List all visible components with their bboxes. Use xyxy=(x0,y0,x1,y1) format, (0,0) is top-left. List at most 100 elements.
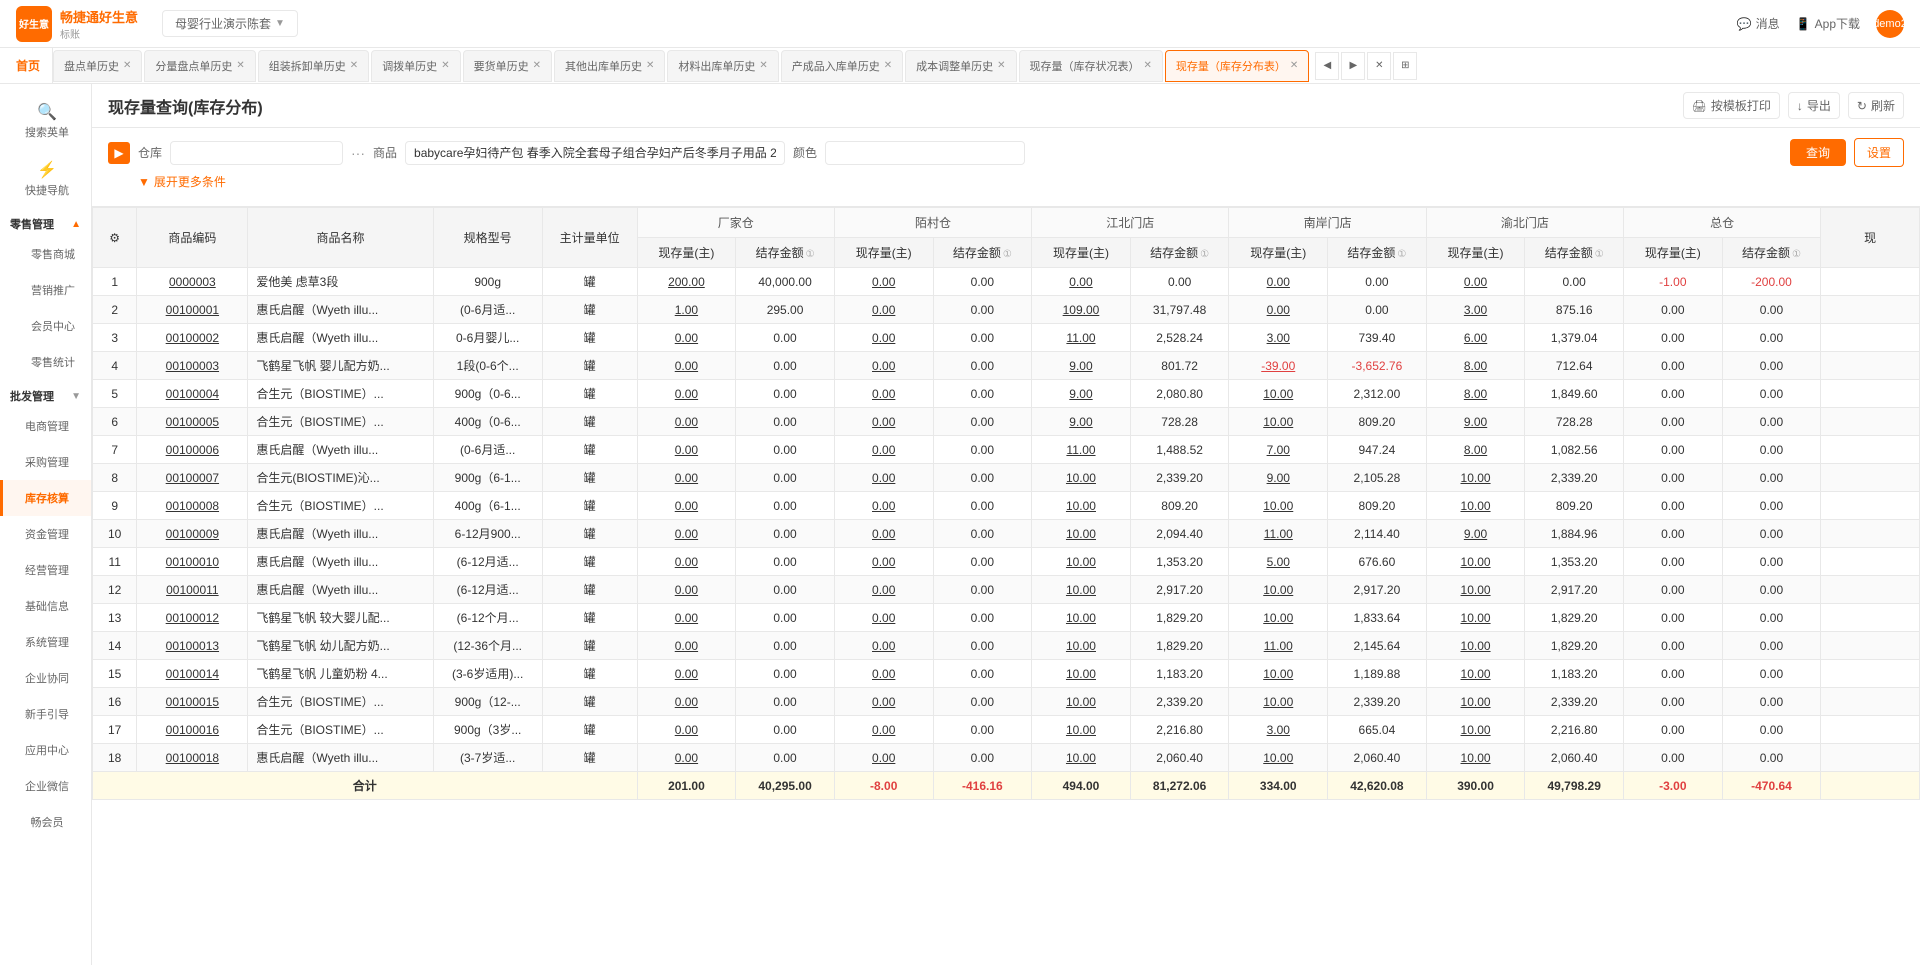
tab-2[interactable]: 分量盘点单历史 ✕ xyxy=(144,50,255,82)
cell-w5-amt: 1,353.20 xyxy=(1525,548,1624,576)
collapse-btn[interactable]: ▶ xyxy=(108,142,130,164)
cell-w5-qty: 10.00 xyxy=(1426,632,1525,660)
cell-w4-amt: 2,339.20 xyxy=(1328,688,1427,716)
tab-close-6[interactable]: ✕ xyxy=(646,60,654,71)
cell-total-amt: 0.00 xyxy=(1722,464,1821,492)
sidebar-item-guide[interactable]: 新手引导 xyxy=(0,696,91,732)
cell-current xyxy=(1821,716,1920,744)
color-input[interactable] xyxy=(825,141,1025,165)
summary-w3-qty: 494.00 xyxy=(1032,772,1131,800)
tab-prev-btn[interactable]: ◀ xyxy=(1315,52,1339,80)
table-row: 16 00100015 合生元（BIOSTIME）... 900g（12-...… xyxy=(93,688,1920,716)
tab-close-8[interactable]: ✕ xyxy=(884,60,892,71)
sidebar-group-wholesale[interactable]: 批发管理 ▼ xyxy=(0,380,91,408)
sidebar-item-ecommerce[interactable]: 电商管理 xyxy=(0,408,91,444)
tab-close-1[interactable]: ✕ xyxy=(123,60,131,71)
app-download-btn[interactable]: 📱 App下载 xyxy=(1796,15,1860,32)
tab-6[interactable]: 其他出库单历史 ✕ xyxy=(554,50,665,82)
tab-next-btn[interactable]: ▶ xyxy=(1341,52,1365,80)
print-btn[interactable]: 🖨 按模板打印 xyxy=(1683,92,1780,119)
goods-input[interactable] xyxy=(405,141,785,165)
table-container[interactable]: ⚙ 商品编码 商品名称 规格型号 主计量单位 厂家仓 陌村仓 江北门店 南岸门店… xyxy=(92,207,1920,965)
cell-code: 00100014 xyxy=(137,660,248,688)
tab-1[interactable]: 盘点单历史 ✕ xyxy=(53,50,142,82)
setting-btn[interactable]: 设置 xyxy=(1854,138,1904,167)
tab-7[interactable]: 材料出库单历史 ✕ xyxy=(667,50,778,82)
tab-close-10[interactable]: ✕ xyxy=(1144,60,1152,71)
th-total-amt: 结存金额① xyxy=(1722,238,1821,268)
page-actions: 🖨 按模板打印 ↓ 导出 ↻ 刷新 xyxy=(1683,92,1904,119)
refresh-btn[interactable]: ↻ 刷新 xyxy=(1848,92,1904,119)
sidebar-group-retail[interactable]: 零售管理 ▲ xyxy=(0,208,91,236)
cell-code: 00100009 xyxy=(137,520,248,548)
cell-w2-amt: 0.00 xyxy=(933,436,1032,464)
cell-w2-amt: 0.00 xyxy=(933,632,1032,660)
tab-9[interactable]: 成本调整单历史 ✕ xyxy=(905,50,1016,82)
tab-3[interactable]: 组装拆卸单历史 ✕ xyxy=(258,50,369,82)
tab-4[interactable]: 调拨单历史 ✕ xyxy=(371,50,460,82)
sidebar-item-basic[interactable]: 基础信息 xyxy=(0,588,91,624)
tab-home[interactable]: 首页 xyxy=(4,48,53,84)
warehouse-input[interactable] xyxy=(170,141,343,165)
summary-w2-qty: -8.00 xyxy=(834,772,933,800)
cell-w1-amt: 0.00 xyxy=(736,576,835,604)
cell-w5-amt: 712.64 xyxy=(1525,352,1624,380)
tab-close-all-btn[interactable]: ✕ xyxy=(1367,52,1391,80)
cell-index: 3 xyxy=(93,324,137,352)
sidebar-item-appcenter[interactable]: 应用中心 xyxy=(0,732,91,768)
user-avatar[interactable]: demo2 xyxy=(1876,10,1904,38)
sidebar-item-marketing[interactable]: 营销推广 xyxy=(0,272,91,308)
cell-spec: (12-36个月... xyxy=(433,632,542,660)
sidebar-item-member[interactable]: 会员中心 xyxy=(0,308,91,344)
sidebar-item-mall[interactable]: 零售商城 xyxy=(0,236,91,272)
cell-index: 17 xyxy=(93,716,137,744)
tab-8[interactable]: 产成品入库单历史 ✕ xyxy=(781,50,903,82)
tab-11[interactable]: 现存量（库存分布表） ✕ xyxy=(1165,50,1309,82)
message-btn[interactable]: 💬 消息 xyxy=(1737,15,1780,32)
tab-expand-btn[interactable]: ⊞ xyxy=(1393,52,1417,80)
cell-unit: 罐 xyxy=(542,576,637,604)
export-btn[interactable]: ↓ 导出 xyxy=(1788,92,1840,119)
tab-10[interactable]: 现存量（库存状况表） ✕ xyxy=(1019,50,1163,82)
industry-selector[interactable]: 母婴行业演示陈套 ▼ xyxy=(162,10,298,37)
table-row: 10 00100009 惠氏启醒（Wyeth illu... 6-12月900.… xyxy=(93,520,1920,548)
cell-current xyxy=(1821,408,1920,436)
sidebar-item-purchase[interactable]: 采购管理 xyxy=(0,444,91,480)
sidebar-item-finance[interactable]: 资金管理 xyxy=(0,516,91,552)
cell-unit: 罐 xyxy=(542,716,637,744)
cell-unit: 罐 xyxy=(542,520,637,548)
sidebar-item-operation[interactable]: 经营管理 xyxy=(0,552,91,588)
cell-w2-amt: 0.00 xyxy=(933,576,1032,604)
cell-index: 15 xyxy=(93,660,137,688)
logo-sub: 标账 xyxy=(60,26,138,41)
logo-icon: 好生意 xyxy=(16,6,52,42)
sidebar-item-search[interactable]: 🔍 搜索英单 xyxy=(0,92,91,150)
cell-w1-qty: 0.00 xyxy=(637,604,736,632)
sidebar-item-wxwork[interactable]: 企业微信 xyxy=(0,768,91,804)
cell-unit: 罐 xyxy=(542,604,637,632)
search-btn[interactable]: 查询 xyxy=(1790,139,1846,166)
sidebar-item-vip[interactable]: 畅会员 xyxy=(0,804,91,840)
tab-close-9[interactable]: ✕ xyxy=(997,60,1005,71)
cell-w4-amt: -3,652.76 xyxy=(1328,352,1427,380)
sidebar-item-retailstat[interactable]: 零售统计 xyxy=(0,344,91,380)
cell-total-amt: 0.00 xyxy=(1722,296,1821,324)
sidebar-item-collab[interactable]: 企业协同 xyxy=(0,660,91,696)
tab-close-11[interactable]: ✕ xyxy=(1290,60,1298,71)
sidebar-item-quicknav[interactable]: ⚡ 快捷导航 xyxy=(0,150,91,208)
tab-close-7[interactable]: ✕ xyxy=(759,60,767,71)
tab-5[interactable]: 要货单历史 ✕ xyxy=(463,50,552,82)
th-total: 总仓 xyxy=(1624,208,1821,238)
tab-close-2[interactable]: ✕ xyxy=(236,60,244,71)
cell-w2-qty: 0.00 xyxy=(834,632,933,660)
th-w4: 南岸门店 xyxy=(1229,208,1426,238)
sidebar-item-inventory[interactable]: 库存核算 xyxy=(0,480,91,516)
tab-close-5[interactable]: ✕ xyxy=(533,60,541,71)
cell-spec: (3-7岁适... xyxy=(433,744,542,772)
tab-close-4[interactable]: ✕ xyxy=(441,60,449,71)
warehouse-dots[interactable]: ··· xyxy=(351,145,365,161)
sidebar-item-system[interactable]: 系统管理 xyxy=(0,624,91,660)
expand-conditions-btn[interactable]: ▼ 展开更多条件 xyxy=(138,173,226,190)
tab-close-3[interactable]: ✕ xyxy=(350,60,358,71)
cell-current xyxy=(1821,660,1920,688)
